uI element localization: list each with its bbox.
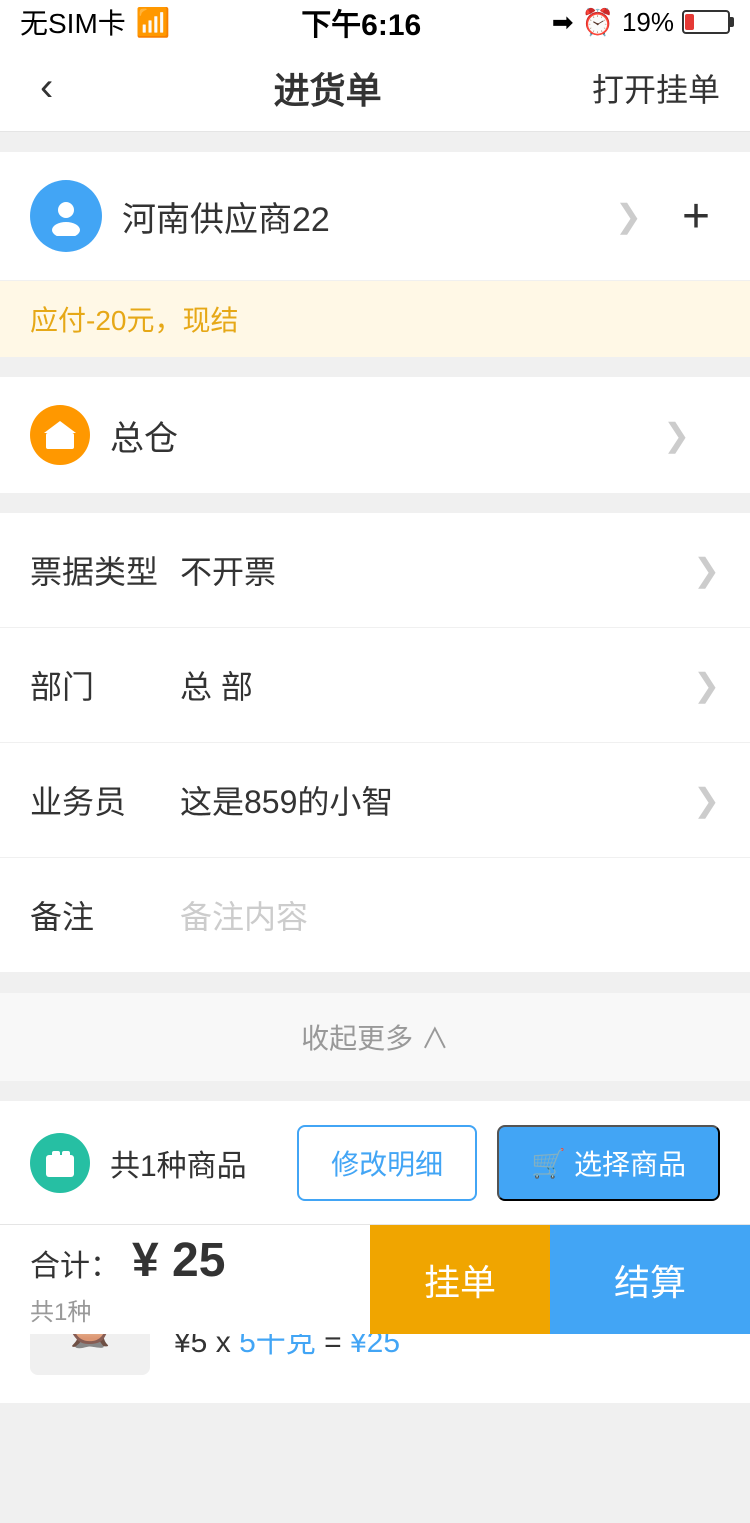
cart-icon: 🛒 — [531, 1147, 566, 1180]
invoice-type-value: 不开票 — [160, 547, 693, 593]
add-supplier-button[interactable]: + — [672, 189, 720, 244]
salesperson-value: 这是859的小智 — [160, 777, 693, 823]
back-button[interactable]: ‹ — [30, 55, 63, 120]
remark-row[interactable]: 备注 备注内容 — [0, 858, 750, 973]
alarm-icon: ⏰ — [582, 7, 614, 38]
department-label: 部门 — [30, 662, 160, 708]
footer-total-row: 合计： ¥ 25 — [30, 1233, 340, 1288]
remark-input[interactable]: 备注内容 — [160, 892, 720, 938]
supplier-avatar — [30, 180, 102, 252]
footer-total-amount: ¥ 25 — [132, 1233, 225, 1288]
products-header: 共1种商品 修改明细 🛒 选择商品 — [0, 1101, 750, 1225]
warehouse-row[interactable]: 总仓 ❯ — [0, 377, 750, 493]
status-bar: 无SIM卡 📶 下午6:16 ➡ ⏰ 19% — [0, 0, 750, 44]
invoice-type-row[interactable]: 票据类型 不开票 ❯ — [0, 513, 750, 628]
remark-label: 备注 — [30, 892, 160, 938]
salesperson-row[interactable]: 业务员 这是859的小智 ❯ — [0, 743, 750, 858]
supplier-row[interactable]: 河南供应商22 ❯ + — [0, 152, 750, 281]
page-title: 进货单 — [274, 62, 382, 114]
salesperson-chevron-icon: ❯ — [693, 781, 720, 819]
status-right: ➡ ⏰ 19% — [552, 7, 730, 38]
edit-detail-button[interactable]: 修改明细 — [297, 1125, 477, 1201]
warehouse-section: 总仓 ❯ — [0, 377, 750, 493]
footer: 合计： ¥ 25 共1种 挂单 结算 — [0, 1224, 750, 1334]
supplier-section: 河南供应商22 ❯ + 应付-20元，现结 — [0, 152, 750, 357]
open-hang-button[interactable]: 打开挂单 — [592, 65, 720, 111]
nav-bar: ‹ 进货单 打开挂单 — [0, 44, 750, 132]
invoice-type-chevron-icon: ❯ — [693, 551, 720, 589]
battery-percent: 19% — [622, 7, 674, 38]
supplier-notice: 应付-20元，现结 — [0, 281, 750, 357]
warehouse-icon — [30, 405, 90, 465]
footer-spacer — [0, 1403, 750, 1523]
supplier-chevron-icon: ❯ — [615, 197, 642, 235]
department-row[interactable]: 部门 总 部 ❯ — [0, 628, 750, 743]
footer-total-sub: 共1种 — [30, 1292, 340, 1327]
section-gap-2 — [0, 357, 750, 377]
wifi-icon: 📶 — [136, 6, 171, 39]
warehouse-chevron-icon: ❯ — [663, 416, 690, 454]
warehouse-name: 总仓 — [110, 411, 663, 460]
footer-total: 合计： ¥ 25 共1种 — [0, 1225, 370, 1334]
product-count-icon — [30, 1133, 90, 1193]
battery-icon — [682, 10, 730, 34]
status-left: 无SIM卡 📶 — [20, 2, 171, 42]
supplier-name: 河南供应商22 — [122, 192, 615, 241]
select-product-button[interactable]: 🛒 选择商品 — [497, 1125, 720, 1201]
salesperson-label: 业务员 — [30, 777, 160, 823]
form-section: 票据类型 不开票 ❯ 部门 总 部 ❯ 业务员 这是859的小智 ❯ 备注 备注… — [0, 513, 750, 973]
invoice-type-label: 票据类型 — [30, 547, 160, 593]
product-count-text: 共1种商品 — [110, 1141, 277, 1185]
hang-button[interactable]: 挂单 — [370, 1225, 550, 1334]
department-chevron-icon: ❯ — [693, 666, 720, 704]
checkout-button[interactable]: 结算 — [550, 1225, 750, 1334]
location-icon: ➡ — [552, 7, 574, 38]
collapse-button[interactable]: 收起更多 ∧ — [0, 993, 750, 1081]
section-gap-1 — [0, 132, 750, 152]
carrier-text: 无SIM卡 — [20, 2, 126, 42]
status-time: 下午6:16 — [301, 0, 421, 44]
footer-total-label: 合计： — [30, 1241, 120, 1285]
select-product-label: 选择商品 — [574, 1143, 686, 1183]
department-value: 总 部 — [160, 662, 693, 708]
